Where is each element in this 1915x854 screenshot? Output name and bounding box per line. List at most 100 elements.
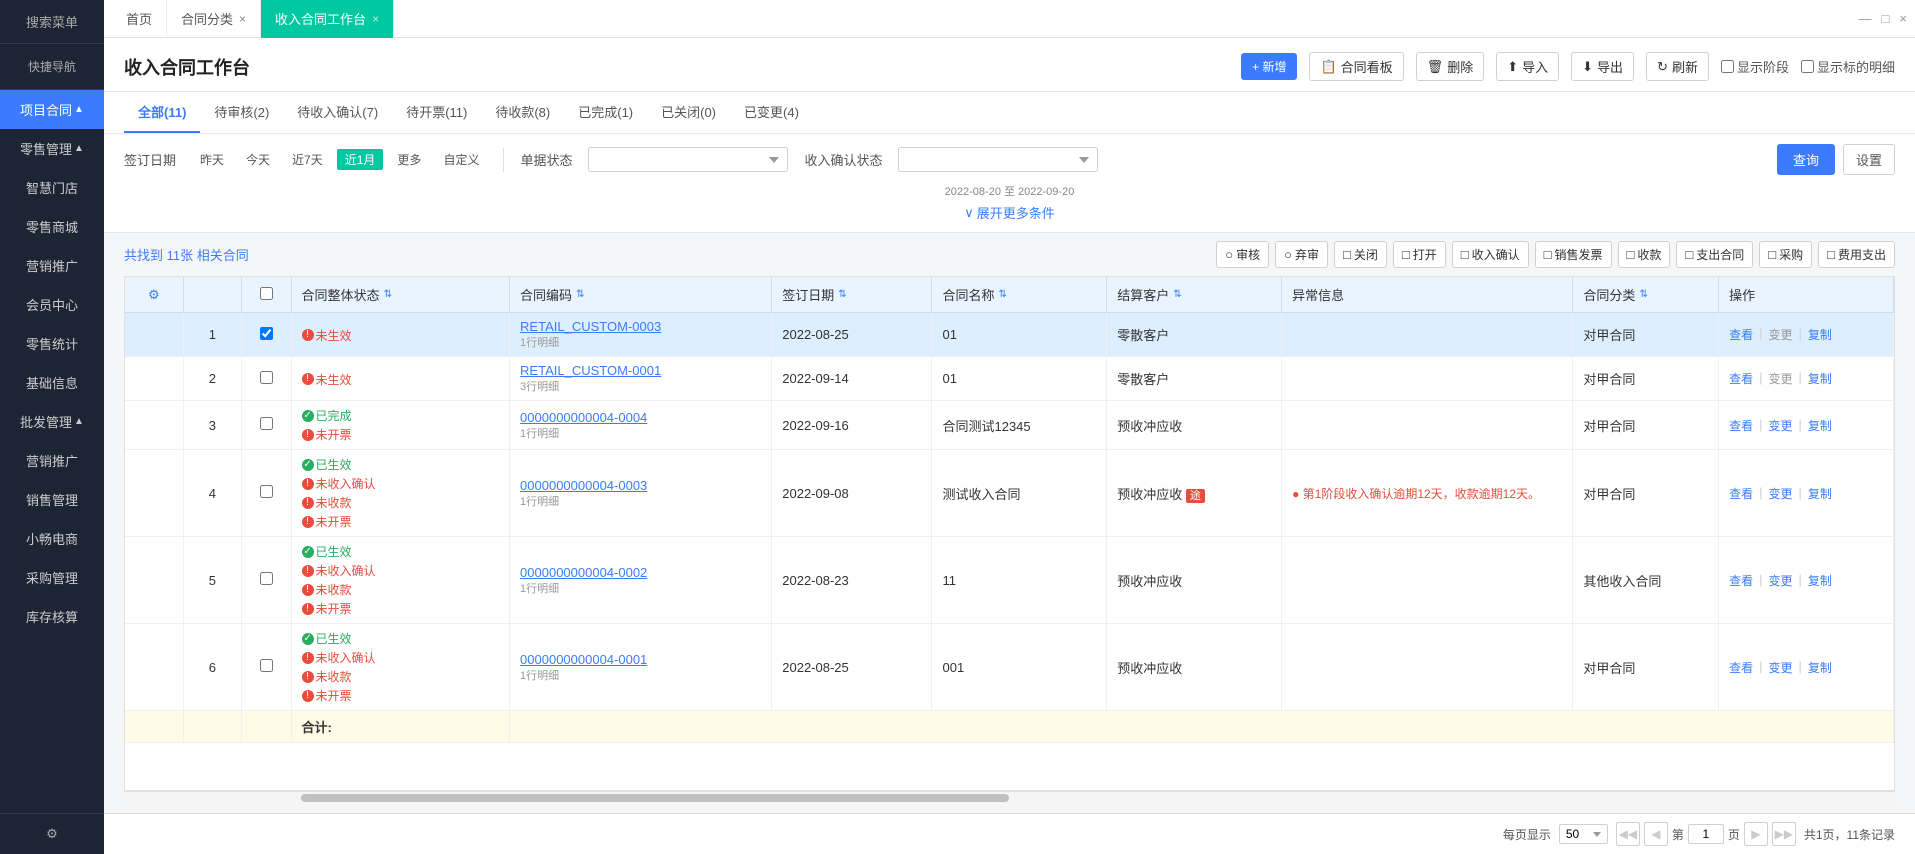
prev-page-button[interactable]: ◀ [1644, 822, 1668, 846]
row-action-变更[interactable]: 变更 [1769, 572, 1793, 589]
sidebar-item-retail-stats[interactable]: 零售统计 [0, 324, 104, 363]
row-action-复制[interactable]: 复制 [1808, 370, 1832, 387]
toolbar-btn-support-contract[interactable]: □支出合同 [1676, 241, 1753, 268]
sidebar-nav-label[interactable]: 快捷导航 [0, 52, 104, 81]
row-action-复制[interactable]: 复制 [1808, 417, 1832, 434]
row-action-查看[interactable]: 查看 [1729, 370, 1753, 387]
tab-contract-category[interactable]: 合同分类× [167, 0, 261, 38]
income-confirm-select[interactable] [898, 147, 1098, 172]
toolbar-btn-sales-invoice[interactable]: □销售发票 [1535, 241, 1612, 268]
query-button[interactable]: 查询 [1777, 144, 1835, 175]
sidebar-item-retail-mgmt[interactable]: 零售管理▲ [0, 129, 104, 168]
contract-code-link[interactable]: 0000000000004-0004 [520, 410, 647, 425]
tab-close-icon[interactable]: × [239, 12, 246, 26]
filter-tab-pending-review[interactable]: 待审核(2) [200, 92, 283, 133]
row-action-查看[interactable]: 查看 [1729, 326, 1753, 343]
doc-status-select[interactable] [588, 147, 788, 172]
cell-checkbox[interactable] [242, 313, 292, 357]
sidebar-item-wholesale-mgmt[interactable]: 批发管理▲ [0, 402, 104, 441]
export-button[interactable]: ⬇ 导出 [1571, 52, 1634, 81]
minimize-icon[interactable]: — [1859, 11, 1872, 26]
date-option-last7[interactable]: 近7天 [284, 149, 331, 170]
contract-code-link[interactable]: RETAIL_CUSTOM-0003 [520, 319, 661, 334]
last-page-button[interactable]: ▶▶ [1772, 822, 1796, 846]
filter-tab-closed[interactable]: 已关闭(0) [647, 92, 730, 133]
date-option-custom[interactable]: 自定义 [435, 149, 487, 170]
show-segment-checkbox[interactable]: 显示阶段 [1721, 57, 1789, 76]
page-size-select[interactable]: 102050100 [1559, 824, 1608, 844]
maximize-icon[interactable]: □ [1882, 11, 1890, 26]
new-button[interactable]: + 新增 [1241, 53, 1297, 80]
expand-conditions-button[interactable]: ∨ 展开更多条件 [964, 203, 1055, 222]
row-action-查看[interactable]: 查看 [1729, 659, 1753, 676]
sidebar-settings[interactable]: ⚙ [0, 813, 104, 854]
toolbar-btn-open[interactable]: □打开 [1393, 241, 1446, 268]
sidebar-search[interactable]: 搜索菜单 [0, 0, 104, 44]
date-option-last1month[interactable]: 近1月 [337, 149, 384, 170]
row-action-复制[interactable]: 复制 [1808, 659, 1832, 676]
sidebar-item-retail-mall[interactable]: 零售商城 [0, 207, 104, 246]
contract-code-link[interactable]: 0000000000004-0001 [520, 652, 647, 667]
sidebar-item-inventory[interactable]: 库存核算 [0, 597, 104, 636]
sidebar-item-basic-info[interactable]: 基础信息 [0, 363, 104, 402]
toolbar-btn-purchase[interactable]: □采购 [1759, 241, 1812, 268]
th-checkbox[interactable] [242, 277, 292, 313]
setting-button[interactable]: 设置 [1843, 144, 1895, 175]
page-input[interactable] [1688, 824, 1724, 844]
row-action-复制[interactable]: 复制 [1808, 326, 1832, 343]
sidebar-item-project[interactable]: 项目合同▲ [0, 90, 104, 129]
filter-tab-all[interactable]: 全部(11) [124, 92, 200, 133]
filter-tab-changed[interactable]: 已变更(4) [730, 92, 813, 133]
import-button[interactable]: ⬆ 导入 [1496, 52, 1559, 81]
filter-tab-pending-confirm[interactable]: 待收入确认(7) [283, 92, 392, 133]
cell-checkbox[interactable] [242, 357, 292, 401]
row-action-复制[interactable]: 复制 [1808, 572, 1832, 589]
row-action-变更[interactable]: 变更 [1769, 659, 1793, 676]
tab-income-workbench[interactable]: 收入合同工作台× [261, 0, 394, 38]
cell-checkbox[interactable] [242, 537, 292, 624]
row-action-查看[interactable]: 查看 [1729, 572, 1753, 589]
toolbar-btn-close[interactable]: □关闭 [1334, 241, 1387, 268]
sidebar-item-sales-mgmt[interactable]: 销售管理 [0, 480, 104, 519]
toolbar-btn-review[interactable]: ○审核 [1216, 241, 1269, 268]
row-action-查看[interactable]: 查看 [1729, 417, 1753, 434]
filter-tab-pending-payment[interactable]: 待收款(8) [481, 92, 564, 133]
toolbar-btn-abandon[interactable]: ○弃审 [1275, 241, 1328, 268]
cell-checkbox[interactable] [242, 401, 292, 450]
toolbar-btn-collection[interactable]: □收款 [1618, 241, 1671, 268]
cell-checkbox[interactable] [242, 450, 292, 537]
date-option-more[interactable]: 更多 [389, 149, 429, 170]
cell-checkbox[interactable] [242, 624, 292, 711]
sidebar-item-member[interactable]: 会员中心 [0, 285, 104, 324]
tab-close-icon[interactable]: × [372, 12, 379, 26]
th-settings[interactable]: ⚙ [125, 277, 183, 313]
contract-code-link[interactable]: RETAIL_CUSTOM-0001 [520, 363, 661, 378]
row-action-变更[interactable]: 变更 [1769, 485, 1793, 502]
toolbar-btn-expense[interactable]: □费用支出 [1818, 241, 1895, 268]
sidebar-item-xiaochangec[interactable]: 小畅电商 [0, 519, 104, 558]
close-window-icon[interactable]: × [1899, 11, 1907, 26]
contract-code-link[interactable]: 0000000000004-0002 [520, 565, 647, 580]
delete-button[interactable]: 🗑 删除 [1416, 52, 1485, 81]
next-page-button[interactable]: ▶ [1744, 822, 1768, 846]
refresh-button[interactable]: ↻ 刷新 [1646, 52, 1709, 81]
show-detail-checkbox[interactable]: 显示标的明细 [1801, 57, 1895, 76]
scrollbar-thumb[interactable] [301, 794, 1009, 802]
kanban-button[interactable]: 📋 合同看板 [1309, 52, 1403, 81]
contract-code-link[interactable]: 0000000000004-0003 [520, 478, 647, 493]
date-option-today[interactable]: 今天 [238, 149, 278, 170]
toolbar-btn-income-confirm[interactable]: □收入确认 [1452, 241, 1529, 268]
sidebar-item-smart-store[interactable]: 智慧门店 [0, 168, 104, 207]
horizontal-scrollbar[interactable] [124, 791, 1895, 803]
sidebar-item-marketing2[interactable]: 营销推广 [0, 441, 104, 480]
tab-home[interactable]: 首页 [112, 0, 167, 38]
row-action-查看[interactable]: 查看 [1729, 485, 1753, 502]
row-action-变更[interactable]: 变更 [1769, 417, 1793, 434]
filter-tab-pending-invoice[interactable]: 待开票(11) [392, 92, 481, 133]
sidebar-item-marketing[interactable]: 营销推广 [0, 246, 104, 285]
row-action-复制[interactable]: 复制 [1808, 485, 1832, 502]
first-page-button[interactable]: ◀◀ [1616, 822, 1640, 846]
sidebar-item-purchase[interactable]: 采购管理 [0, 558, 104, 597]
date-option-yesterday[interactable]: 昨天 [192, 149, 232, 170]
filter-tab-completed[interactable]: 已完成(1) [564, 92, 647, 133]
